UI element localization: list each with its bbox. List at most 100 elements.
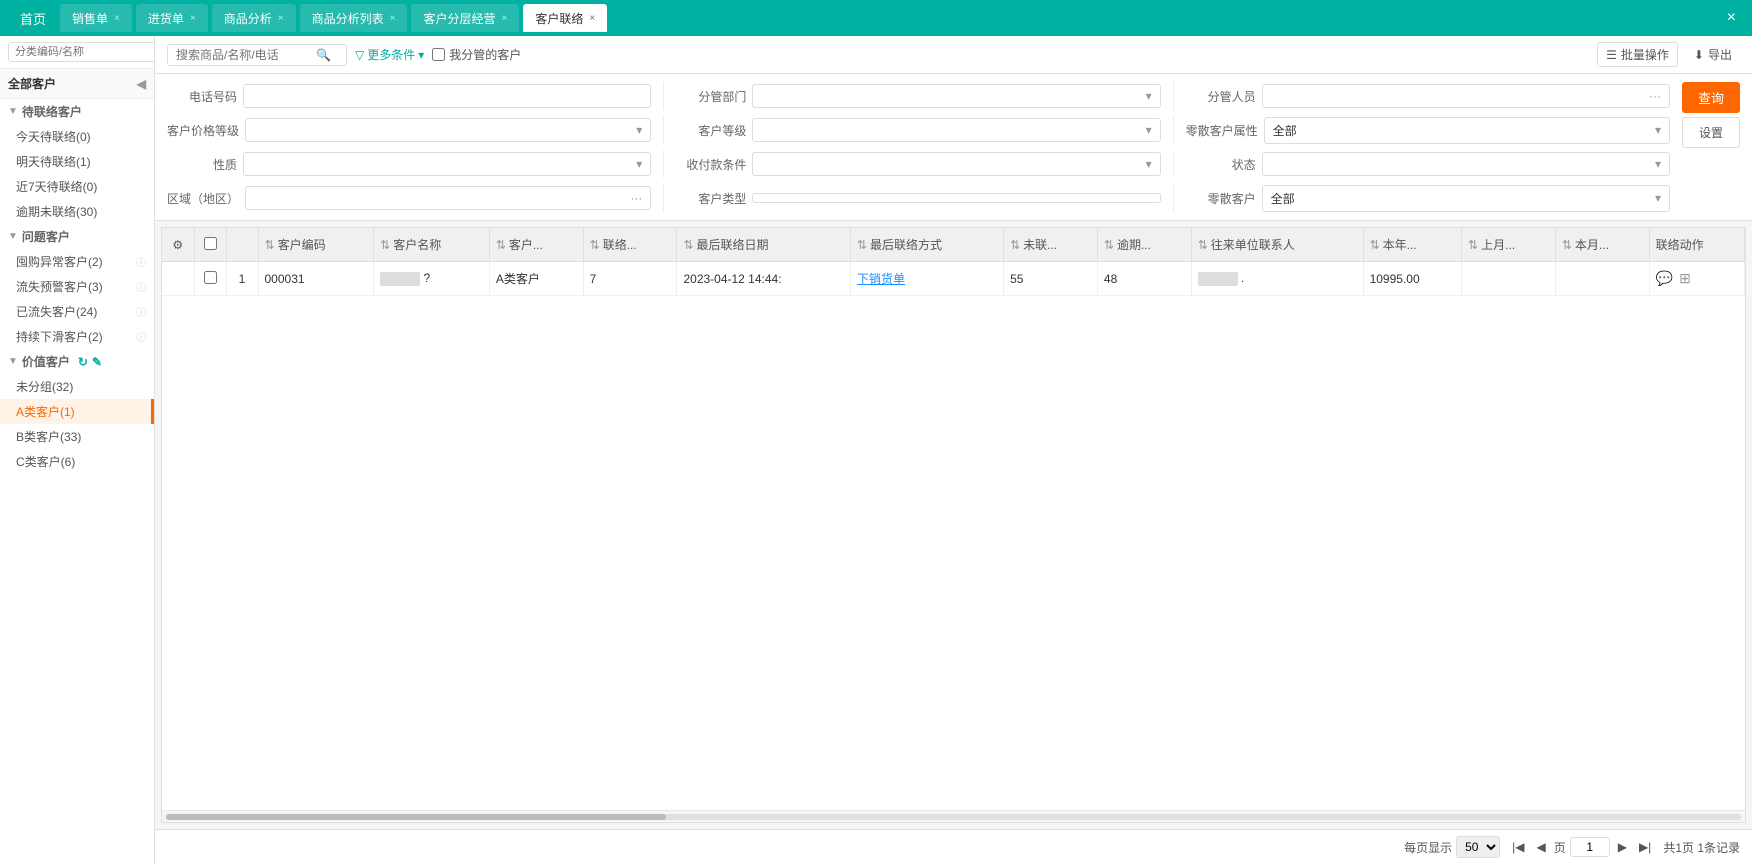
close-tab-sales[interactable]: × [114, 13, 120, 24]
sidebar-item-overdue[interactable]: 逾期未联络(30) [0, 199, 154, 224]
col-header-last-date[interactable]: ⇅ 最后联络日期 [677, 228, 850, 262]
nav-tab-purchase[interactable]: 进货单 × [136, 4, 208, 32]
col-gear[interactable]: ⚙ [162, 228, 194, 262]
nav-home[interactable]: 首页 [8, 0, 58, 36]
col-header-year-amt[interactable]: ⇅ 本年... [1363, 228, 1461, 262]
col-header-last-method[interactable]: ⇅ 最后联络方式 [850, 228, 1003, 262]
page-size-select[interactable]: 50 [1456, 836, 1500, 858]
value-refresh-icon[interactable]: ↻ [78, 355, 88, 369]
col-header-type[interactable]: ⇅ 客户... [489, 228, 583, 262]
filter-search-icon[interactable]: 🔍 [316, 48, 331, 62]
prev-page-btn[interactable]: ◀ [1532, 838, 1549, 856]
sidebar-category-value[interactable]: ▼ 价值客户 ↻ ✎ [0, 349, 154, 374]
category-arrow-pending: ▼ [8, 106, 18, 117]
sidebar-item-ungrouped[interactable]: 未分组(32) [0, 374, 154, 399]
close-tab-customer-contact[interactable]: × [589, 13, 595, 24]
row-select-checkbox[interactable] [204, 271, 217, 284]
sidebar-item-churned[interactable]: 已流失客户(24) ⓘ [0, 299, 154, 324]
select-customer-type[interactable] [752, 193, 1160, 203]
horizontal-scrollbar[interactable] [162, 810, 1745, 822]
select-dept[interactable]: ▾ [752, 84, 1160, 108]
col-header-contact-person[interactable]: ⇅ 往来单位联系人 [1191, 228, 1363, 262]
grid-icon[interactable]: ⊞ [1679, 270, 1691, 287]
sidebar-item-a-class[interactable]: A类客户(1) [0, 399, 154, 424]
export-btn[interactable]: ⬇ 导出 [1686, 43, 1740, 66]
col-header-this-month[interactable]: ⇅ 本月... [1555, 228, 1649, 262]
batch-op-btn[interactable]: ☰ 批量操作 [1597, 42, 1678, 67]
col-header-name[interactable]: ⇅ 客户名称 [374, 228, 490, 262]
scrollbar-thumb[interactable] [166, 814, 666, 820]
masked-contact-person [1198, 272, 1238, 286]
select-manager[interactable]: ··· [1262, 84, 1670, 108]
close-tab-customer-ops[interactable]: × [501, 13, 507, 24]
filter-search-input[interactable] [176, 48, 316, 62]
close-tab-purchase[interactable]: × [190, 13, 196, 24]
label-scatter-attr: 零散客户属性 [1186, 122, 1258, 139]
main-layout: 🔍 全部客户 ◀ ▼ 待联络客户 今天待联络(0) 明天待联络(1) 近7天待联… [0, 36, 1752, 864]
sidebar-category-problem[interactable]: ▼ 问题客户 [0, 224, 154, 249]
top-nav: 首页 销售单 × 进货单 × 商品分析 × 商品分析列表 × 客户分层经营 × … [0, 0, 1752, 36]
select-status[interactable]: ▾ [1262, 152, 1670, 176]
window-close-button[interactable]: × [1719, 9, 1744, 27]
filter-cell-scatter: 零散客户 全部 ▾ [1186, 185, 1670, 212]
col-check[interactable] [194, 228, 226, 262]
select-price-level[interactable]: ▾ [245, 118, 651, 142]
row-type: A类客户 [489, 262, 583, 296]
nav-tab-customer-contact[interactable]: 客户联络 × [523, 4, 607, 32]
first-page-btn[interactable]: |◀ [1508, 838, 1528, 856]
select-customer-level[interactable]: ▾ [752, 118, 1160, 142]
gear-icon[interactable]: ⚙ [172, 238, 183, 252]
close-tab-analysis-list[interactable]: × [390, 13, 396, 24]
nav-tab-sales[interactable]: 销售单 × [60, 4, 132, 32]
select-nature[interactable]: ▾ [243, 152, 651, 176]
sidebar-item-c-class[interactable]: C类客户(6) [0, 449, 154, 474]
sidebar-collapse-icon[interactable]: ◀ [137, 77, 146, 91]
col-header-code[interactable]: ⇅ 客户编码 [258, 228, 374, 262]
last-method-link[interactable]: 下销货单 [857, 272, 905, 286]
chevron-status: ▾ [1655, 157, 1661, 171]
select-payment[interactable]: ▾ [752, 152, 1160, 176]
nav-tab-analysis-list[interactable]: 商品分析列表 × [300, 4, 408, 32]
next-page-btn[interactable]: ▶ [1614, 838, 1631, 856]
filter-row-3: 性质 ▾ 收付款条件 ▾ [167, 150, 1670, 178]
select-scatter[interactable]: 全部 ▾ [1262, 185, 1670, 212]
sidebar-item-declining[interactable]: 持续下滑客户(2) ⓘ [0, 324, 154, 349]
sidebar-item-today[interactable]: 今天待联络(0) [0, 124, 154, 149]
sort-icon-contact-person: ⇅ [1198, 238, 1208, 252]
message-icon[interactable]: 💬 [1656, 270, 1673, 287]
close-tab-analysis[interactable]: × [278, 13, 284, 24]
label-region: 区域（地区） [167, 190, 239, 207]
query-button[interactable]: 查询 [1682, 82, 1740, 113]
col-header-uncontacted[interactable]: ⇅ 未联... [1004, 228, 1098, 262]
page-input[interactable] [1570, 837, 1610, 857]
sidebar-category-pending[interactable]: ▼ 待联络客户 [0, 99, 154, 124]
input-phone[interactable] [243, 84, 651, 108]
nav-tab-customer-ops[interactable]: 客户分层经营 × [411, 4, 519, 32]
select-scatter-attr[interactable]: 全部 ▾ [1264, 117, 1670, 144]
col-header-last-month[interactable]: ⇅ 上月... [1462, 228, 1556, 262]
last-page-btn[interactable]: ▶| [1635, 838, 1655, 856]
value-edit-icon[interactable]: ✎ [92, 355, 102, 369]
sidebar-all-customers-header[interactable]: 全部客户 ◀ [0, 69, 154, 99]
my-customers-checkbox[interactable] [432, 48, 445, 61]
sidebar-item-7days[interactable]: 近7天待联络(0) [0, 174, 154, 199]
row-checkbox[interactable] [194, 262, 226, 296]
search-wrap: 🔍 [167, 44, 347, 66]
sidebar-item-churn-warning[interactable]: 流失预警客户(3) ⓘ [0, 274, 154, 299]
setting-button[interactable]: 设置 [1682, 117, 1740, 148]
col-header-overdue[interactable]: ⇅ 逾期... [1097, 228, 1191, 262]
filter-cell-payment: 收付款条件 ▾ [676, 152, 1160, 176]
col-header-contact[interactable]: ⇅ 联络... [583, 228, 677, 262]
sidebar-item-tomorrow[interactable]: 明天待联络(1) [0, 149, 154, 174]
col-num [226, 228, 258, 262]
nav-tab-analysis[interactable]: 商品分析 × [212, 4, 296, 32]
select-all-checkbox[interactable] [204, 237, 217, 250]
select-region[interactable]: ··· [245, 186, 651, 210]
table-header-row: ⚙ ⇅ 客户编码 [162, 228, 1745, 262]
row-last-method[interactable]: 下销货单 [850, 262, 1003, 296]
sidebar-item-hoarding[interactable]: 囤购异常客户(2) ⓘ [0, 249, 154, 274]
filter-cell-price-level: 客户价格等级 ▾ [167, 118, 651, 142]
more-filters-btn[interactable]: ▽ 更多条件 ▾ [355, 46, 424, 63]
sidebar-item-b-class[interactable]: B类客户(33) [0, 424, 154, 449]
sidebar-search-input[interactable] [8, 42, 155, 62]
